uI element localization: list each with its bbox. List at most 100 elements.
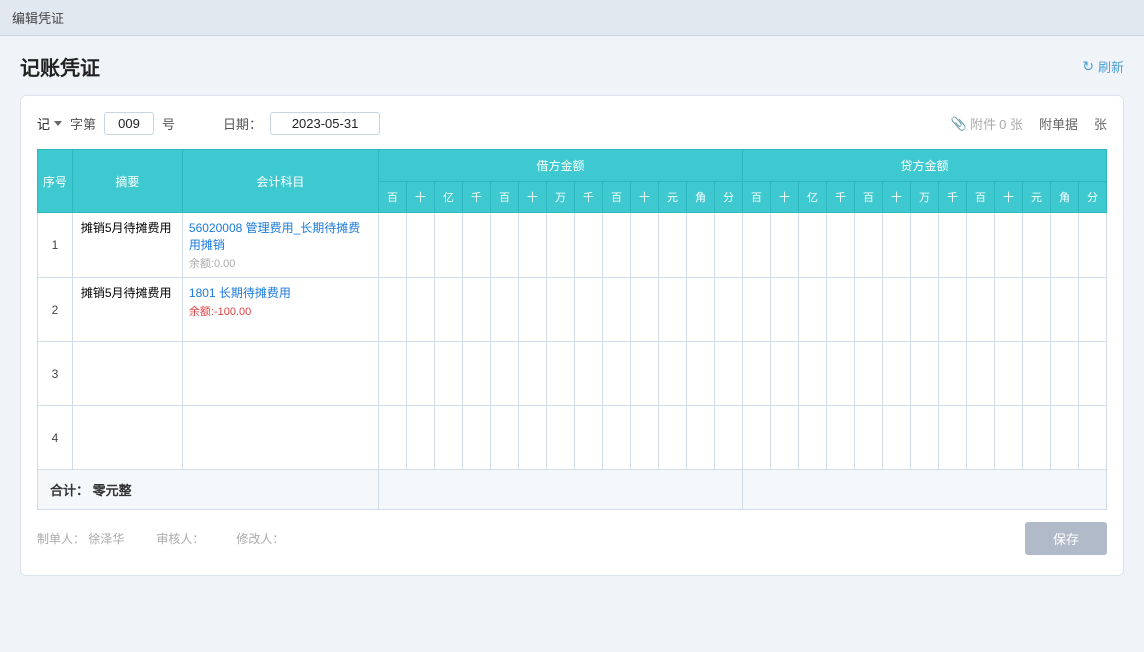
debit-digit-cell[interactable] xyxy=(378,406,406,470)
debit-digit-cell[interactable] xyxy=(546,213,574,278)
debit-digit-cell[interactable] xyxy=(574,406,602,470)
credit-digit-cell[interactable] xyxy=(994,213,1022,278)
credit-digit-cell[interactable] xyxy=(994,406,1022,470)
debit-digit-cell[interactable] xyxy=(630,278,658,342)
credit-digit-cell[interactable] xyxy=(910,342,938,406)
debit-digit-cell[interactable] xyxy=(630,406,658,470)
credit-digit-cell[interactable] xyxy=(910,213,938,278)
credit-digit-cell[interactable] xyxy=(994,278,1022,342)
debit-digit-cell[interactable] xyxy=(490,278,518,342)
credit-digit-cell[interactable] xyxy=(854,342,882,406)
voucher-number-field[interactable]: 009 xyxy=(104,112,154,135)
credit-digit-cell[interactable] xyxy=(1022,342,1050,406)
voucher-type-dropdown[interactable]: 记 xyxy=(37,114,62,133)
debit-digit-cell[interactable] xyxy=(462,278,490,342)
attach-single-label[interactable]: 附单据 xyxy=(1039,114,1078,133)
credit-digit-cell[interactable] xyxy=(966,213,994,278)
credit-digit-cell[interactable] xyxy=(1078,406,1106,470)
credit-digit-cell[interactable] xyxy=(1078,342,1106,406)
credit-digit-cell[interactable] xyxy=(1022,406,1050,470)
credit-digit-cell[interactable] xyxy=(826,406,854,470)
debit-digit-cell[interactable] xyxy=(378,213,406,278)
row-account[interactable] xyxy=(182,406,378,470)
credit-digit-cell[interactable] xyxy=(826,342,854,406)
debit-digit-cell[interactable] xyxy=(518,278,546,342)
debit-digit-cell[interactable] xyxy=(406,342,434,406)
credit-digit-cell[interactable] xyxy=(770,342,798,406)
row-summary[interactable] xyxy=(72,342,182,406)
row-account[interactable]: 1801 长期待摊费用余额:-100.00 xyxy=(182,278,378,342)
credit-digit-cell[interactable] xyxy=(770,406,798,470)
credit-digit-cell[interactable] xyxy=(742,213,770,278)
debit-digit-cell[interactable] xyxy=(546,342,574,406)
credit-digit-cell[interactable] xyxy=(910,278,938,342)
credit-digit-cell[interactable] xyxy=(798,278,826,342)
row-summary[interactable] xyxy=(72,406,182,470)
credit-digit-cell[interactable] xyxy=(770,213,798,278)
debit-digit-cell[interactable] xyxy=(406,406,434,470)
row-account[interactable]: 56020008 管理费用_长期待摊费用摊销余额:0.00 xyxy=(182,213,378,278)
debit-digit-cell[interactable] xyxy=(462,213,490,278)
credit-digit-cell[interactable] xyxy=(966,406,994,470)
credit-digit-cell[interactable] xyxy=(966,342,994,406)
debit-digit-cell[interactable] xyxy=(490,406,518,470)
debit-digit-cell[interactable] xyxy=(462,406,490,470)
debit-digit-cell[interactable] xyxy=(658,278,686,342)
credit-digit-cell[interactable] xyxy=(1078,213,1106,278)
debit-digit-cell[interactable] xyxy=(602,342,630,406)
credit-digit-cell[interactable] xyxy=(798,406,826,470)
credit-digit-cell[interactable] xyxy=(938,278,966,342)
attachment-link[interactable]: 📎 附件 0 张 xyxy=(951,114,1023,133)
debit-digit-cell[interactable] xyxy=(602,406,630,470)
debit-digit-cell[interactable] xyxy=(686,406,714,470)
debit-digit-cell[interactable] xyxy=(490,213,518,278)
debit-digit-cell[interactable] xyxy=(378,342,406,406)
debit-digit-cell[interactable] xyxy=(658,406,686,470)
credit-digit-cell[interactable] xyxy=(854,406,882,470)
debit-digit-cell[interactable] xyxy=(714,213,742,278)
credit-digit-cell[interactable] xyxy=(742,406,770,470)
debit-digit-cell[interactable] xyxy=(434,342,462,406)
credit-digit-cell[interactable] xyxy=(1050,342,1078,406)
debit-digit-cell[interactable] xyxy=(714,342,742,406)
debit-digit-cell[interactable] xyxy=(490,342,518,406)
debit-digit-cell[interactable] xyxy=(574,342,602,406)
debit-digit-cell[interactable] xyxy=(574,213,602,278)
credit-digit-cell[interactable] xyxy=(1050,278,1078,342)
credit-digit-cell[interactable] xyxy=(1050,213,1078,278)
credit-digit-cell[interactable] xyxy=(798,342,826,406)
row-summary[interactable]: 摊销5月待摊费用 xyxy=(72,213,182,278)
row-account[interactable] xyxy=(182,342,378,406)
credit-digit-cell[interactable] xyxy=(770,278,798,342)
credit-digit-cell[interactable] xyxy=(910,406,938,470)
debit-digit-cell[interactable] xyxy=(714,406,742,470)
date-field[interactable]: 2023-05-31 xyxy=(270,112,380,135)
debit-digit-cell[interactable] xyxy=(714,278,742,342)
credit-digit-cell[interactable] xyxy=(742,342,770,406)
debit-digit-cell[interactable] xyxy=(630,213,658,278)
credit-digit-cell[interactable] xyxy=(882,278,910,342)
credit-digit-cell[interactable] xyxy=(882,406,910,470)
debit-digit-cell[interactable] xyxy=(630,342,658,406)
debit-digit-cell[interactable] xyxy=(462,342,490,406)
debit-digit-cell[interactable] xyxy=(434,406,462,470)
credit-digit-cell[interactable] xyxy=(938,342,966,406)
credit-digit-cell[interactable] xyxy=(938,213,966,278)
debit-digit-cell[interactable] xyxy=(434,213,462,278)
debit-digit-cell[interactable] xyxy=(686,213,714,278)
credit-digit-cell[interactable] xyxy=(882,342,910,406)
debit-digit-cell[interactable] xyxy=(574,278,602,342)
debit-digit-cell[interactable] xyxy=(378,278,406,342)
debit-digit-cell[interactable] xyxy=(518,406,546,470)
save-button[interactable]: 保存 xyxy=(1025,522,1107,555)
refresh-button[interactable]: ↻ 刷新 xyxy=(1082,57,1124,76)
debit-digit-cell[interactable] xyxy=(518,213,546,278)
credit-digit-cell[interactable] xyxy=(826,278,854,342)
credit-digit-cell[interactable] xyxy=(854,213,882,278)
debit-digit-cell[interactable] xyxy=(602,213,630,278)
credit-digit-cell[interactable] xyxy=(938,406,966,470)
debit-digit-cell[interactable] xyxy=(658,213,686,278)
credit-digit-cell[interactable] xyxy=(854,278,882,342)
credit-digit-cell[interactable] xyxy=(826,213,854,278)
debit-digit-cell[interactable] xyxy=(434,278,462,342)
